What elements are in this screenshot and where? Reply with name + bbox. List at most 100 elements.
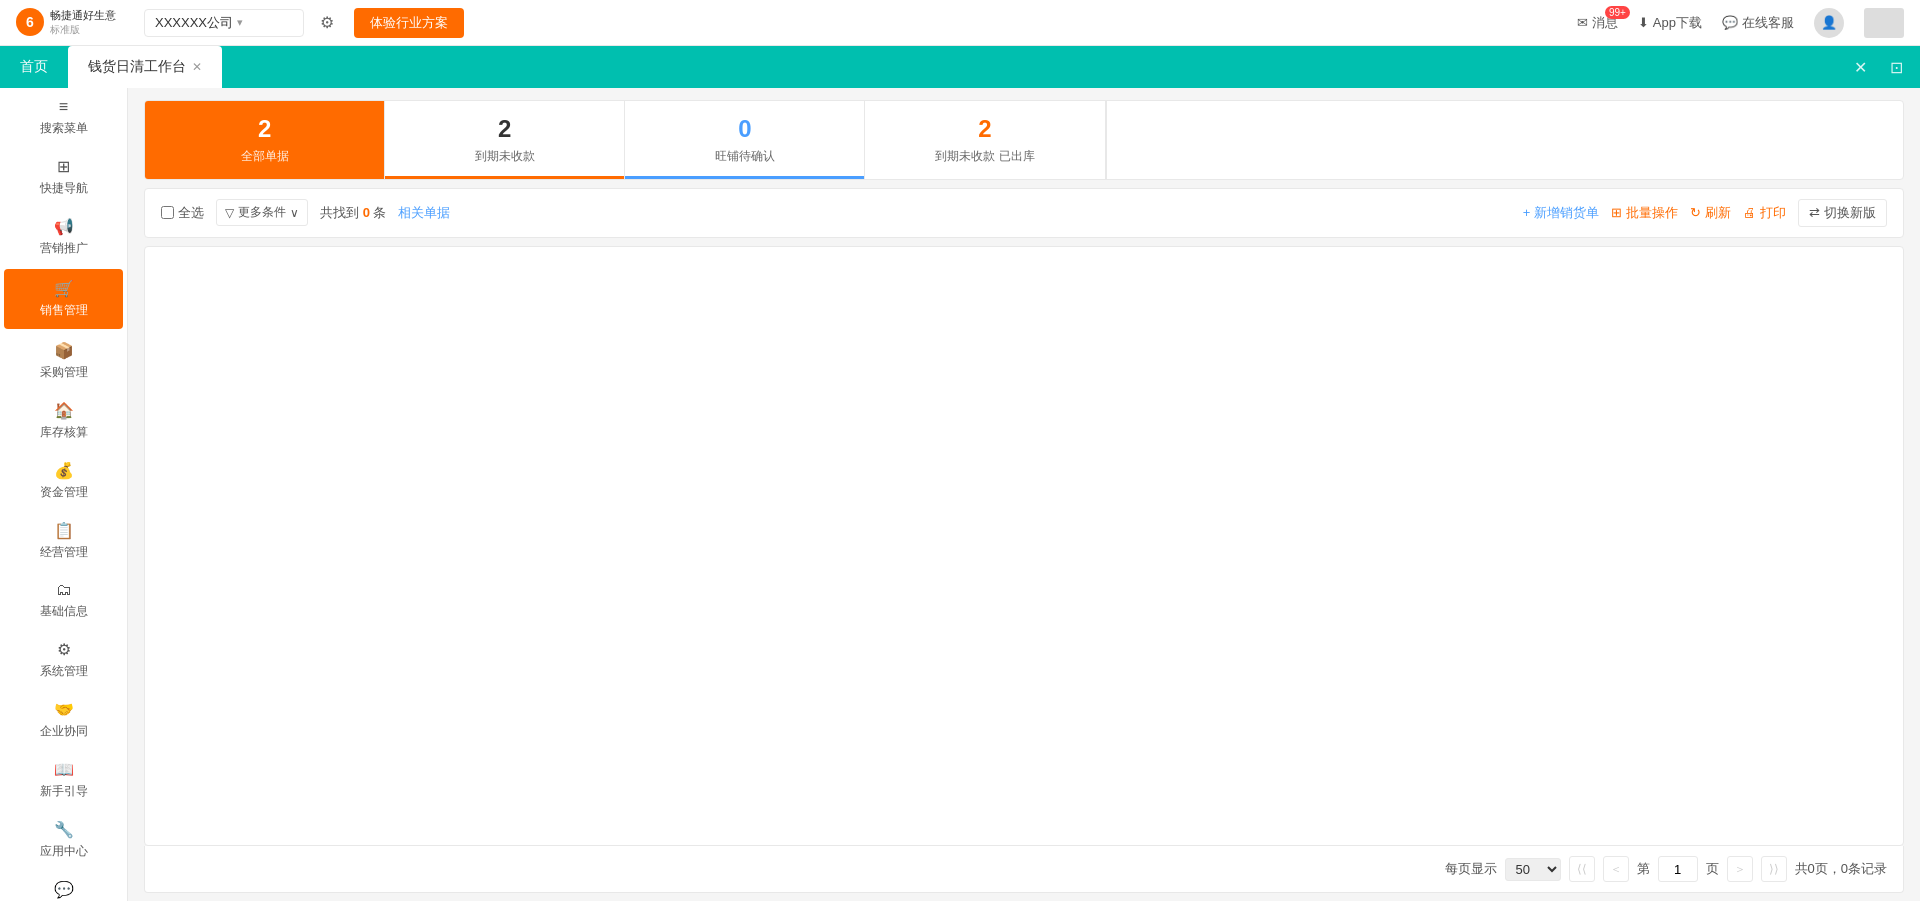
stat-card-all[interactable]: 2 全部单据 xyxy=(145,101,385,179)
prev-page-button[interactable]: ＜ xyxy=(1603,856,1629,882)
sidebar-item-sales[interactable]: 🛒 销售管理 xyxy=(4,269,123,329)
refresh-button[interactable]: ↻ 刷新 xyxy=(1690,204,1731,222)
stats-row: 2 全部单据 2 到期未收款 0 旺铺待确认 2 到期未收款 已出库 xyxy=(144,100,1904,180)
sidebar-item-search-label: 搜索菜单 xyxy=(40,120,88,137)
found-prefix: 共找到 xyxy=(320,205,359,220)
tab-close-icon[interactable]: ✕ xyxy=(192,60,202,74)
purchase-icon: 📦 xyxy=(54,341,74,360)
wechat-icon: 💬 xyxy=(54,880,74,899)
finance-icon: 💰 xyxy=(54,461,74,480)
tab-bar: 首页 钱货日清工作台 ✕ ✕ ⊡ xyxy=(0,46,1920,88)
filter-button[interactable]: ▽ 更多条件 ∨ xyxy=(216,199,308,226)
operations-icon: 📋 xyxy=(54,521,74,540)
sidebar-item-apps-label: 应用中心 xyxy=(40,843,88,860)
sidebar-item-enterprise[interactable]: 🤝 企业协同 xyxy=(0,690,127,750)
company-dropdown-arrow: ▾ xyxy=(237,16,243,29)
print-button[interactable]: 🖨 打印 xyxy=(1743,204,1786,222)
print-label: 打印 xyxy=(1760,204,1786,222)
quicknav-icon: ⊞ xyxy=(57,157,70,176)
tab-bar-actions: ✕ ⊡ xyxy=(1846,53,1920,81)
sidebar-item-system-label: 系统管理 xyxy=(40,663,88,680)
sidebar-item-marketing-label: 营销推广 xyxy=(40,240,88,257)
tab-maximize-button[interactable]: ⊡ xyxy=(1882,53,1910,81)
trial-button[interactable]: 体验行业方案 xyxy=(354,8,464,38)
refresh-icon: ↻ xyxy=(1690,205,1701,220)
per-page-label: 每页显示 xyxy=(1445,860,1497,878)
switch-version-button[interactable]: ⇄ 切换新版 xyxy=(1798,199,1887,227)
sidebar-item-quicknav[interactable]: ⊞ 快捷导航 xyxy=(0,147,127,207)
main-content: ≡ 搜索菜单 ⊞ 快捷导航 📢 营销推广 🛒 销售管理 📦 采购管理 🏠 库存核… xyxy=(0,88,1920,901)
page-suffix: 页 xyxy=(1706,860,1719,878)
switch-icon: ⇄ xyxy=(1809,205,1820,220)
found-count: 0 xyxy=(363,205,370,220)
download-icon: ⬇ xyxy=(1638,15,1649,30)
sidebar-item-purchase[interactable]: 📦 采购管理 xyxy=(0,331,127,391)
related-records-link[interactable]: 相关单据 xyxy=(398,204,450,222)
tab-close-window-button[interactable]: ✕ xyxy=(1846,53,1874,81)
online-service-label: 在线客服 xyxy=(1742,14,1794,32)
sidebar-item-apps[interactable]: 🔧 应用中心 xyxy=(0,810,127,870)
logo-area: 6 畅捷通好生意 标准版 xyxy=(16,8,144,36)
online-service-button[interactable]: 💬 在线客服 xyxy=(1722,14,1794,32)
add-sales-order-button[interactable]: + 新增销货单 xyxy=(1523,204,1599,222)
last-page-button[interactable]: ⟩⟩ xyxy=(1761,856,1787,882)
tab-home-label: 首页 xyxy=(20,58,48,76)
inventory-icon: 🏠 xyxy=(54,401,74,420)
next-page-button[interactable]: ＞ xyxy=(1727,856,1753,882)
system-icon: ⚙ xyxy=(57,640,71,659)
stat-card-wangpu[interactable]: 0 旺铺待确认 xyxy=(625,101,865,179)
sidebar-item-operations-label: 经营管理 xyxy=(40,544,88,561)
sidebar-item-finance[interactable]: 💰 资金管理 xyxy=(0,451,127,511)
search-menu-icon: ≡ xyxy=(59,98,68,116)
company-name: XXXXXX公司 xyxy=(155,14,233,32)
avatar[interactable]: 👤 xyxy=(1814,8,1844,38)
per-page-select[interactable]: 50 100 200 xyxy=(1505,858,1561,881)
filter-chevron: ∨ xyxy=(290,206,299,220)
settings-button[interactable]: ⚙ xyxy=(312,8,342,38)
toolbar-left: 全选 ▽ 更多条件 ∨ 共找到 0 条 相关单据 xyxy=(161,199,450,226)
service-icon: 💬 xyxy=(1722,15,1738,30)
avatar-icon: 👤 xyxy=(1821,15,1837,30)
page-number-input[interactable] xyxy=(1658,856,1698,882)
tab-qianhuoriqing-label: 钱货日清工作台 xyxy=(88,58,186,76)
page-label: 第 xyxy=(1637,860,1650,878)
stat-card-overdue-shipped[interactable]: 2 到期未收款 已出库 xyxy=(865,101,1105,179)
batch-operations-button[interactable]: ⊞ 批量操作 xyxy=(1611,204,1678,222)
batch-icon: ⊞ xyxy=(1611,205,1622,220)
total-records-text: 共0页，0条记录 xyxy=(1795,860,1887,878)
stat-overdue-shipped-label: 到期未收款 已出库 xyxy=(935,148,1034,165)
found-suffix: 条 xyxy=(373,205,386,220)
stat-card-overdue[interactable]: 2 到期未收款 xyxy=(385,101,625,179)
sidebar-item-inventory[interactable]: 🏠 库存核算 xyxy=(0,391,127,451)
select-all-checkbox-label[interactable]: 全选 xyxy=(161,204,204,222)
stat-wangpu-underline xyxy=(625,176,864,179)
sidebar-item-wechat[interactable]: 💬 企业微信 xyxy=(0,870,127,901)
sidebar-item-guide[interactable]: 📖 新手引导 xyxy=(0,750,127,810)
stat-overdue-label: 到期未收款 xyxy=(475,148,535,165)
sidebar-item-sales-label: 销售管理 xyxy=(40,302,88,319)
sidebar-item-enterprise-label: 企业协同 xyxy=(40,723,88,740)
enterprise-icon: 🤝 xyxy=(54,700,74,719)
select-all-label: 全选 xyxy=(178,204,204,222)
select-all-checkbox[interactable] xyxy=(161,206,174,219)
stat-overdue-shipped-number: 2 xyxy=(978,115,991,144)
logo-icon: 6 xyxy=(16,8,44,36)
company-selector[interactable]: XXXXXX公司 ▾ xyxy=(144,9,304,37)
sidebar-item-system[interactable]: ⚙ 系统管理 xyxy=(0,630,127,690)
tab-home[interactable]: 首页 xyxy=(0,46,68,88)
sidebar-item-basic[interactable]: 🗂 基础信息 xyxy=(0,571,127,630)
user-name-area xyxy=(1864,8,1904,38)
first-page-button[interactable]: ⟨⟨ xyxy=(1569,856,1595,882)
sidebar: ≡ 搜索菜单 ⊞ 快捷导航 📢 营销推广 🛒 销售管理 📦 采购管理 🏠 库存核… xyxy=(0,88,128,901)
messages-button[interactable]: ✉ 消息 99+ xyxy=(1577,14,1618,32)
sidebar-item-marketing[interactable]: 📢 营销推广 xyxy=(0,207,127,267)
logo-app-name: 畅捷通好生意 xyxy=(50,8,116,22)
sidebar-item-search[interactable]: ≡ 搜索菜单 xyxy=(0,88,127,147)
stat-all-label: 全部单据 xyxy=(241,148,289,165)
messages-badge: 99+ xyxy=(1605,6,1630,19)
app-download-button[interactable]: ⬇ App下载 xyxy=(1638,14,1702,32)
stat-all-number: 2 xyxy=(258,115,271,144)
tab-qianhuoriqing[interactable]: 钱货日清工作台 ✕ xyxy=(68,46,222,88)
sidebar-item-operations[interactable]: 📋 经营管理 xyxy=(0,511,127,571)
filter-icon: ▽ xyxy=(225,206,234,220)
